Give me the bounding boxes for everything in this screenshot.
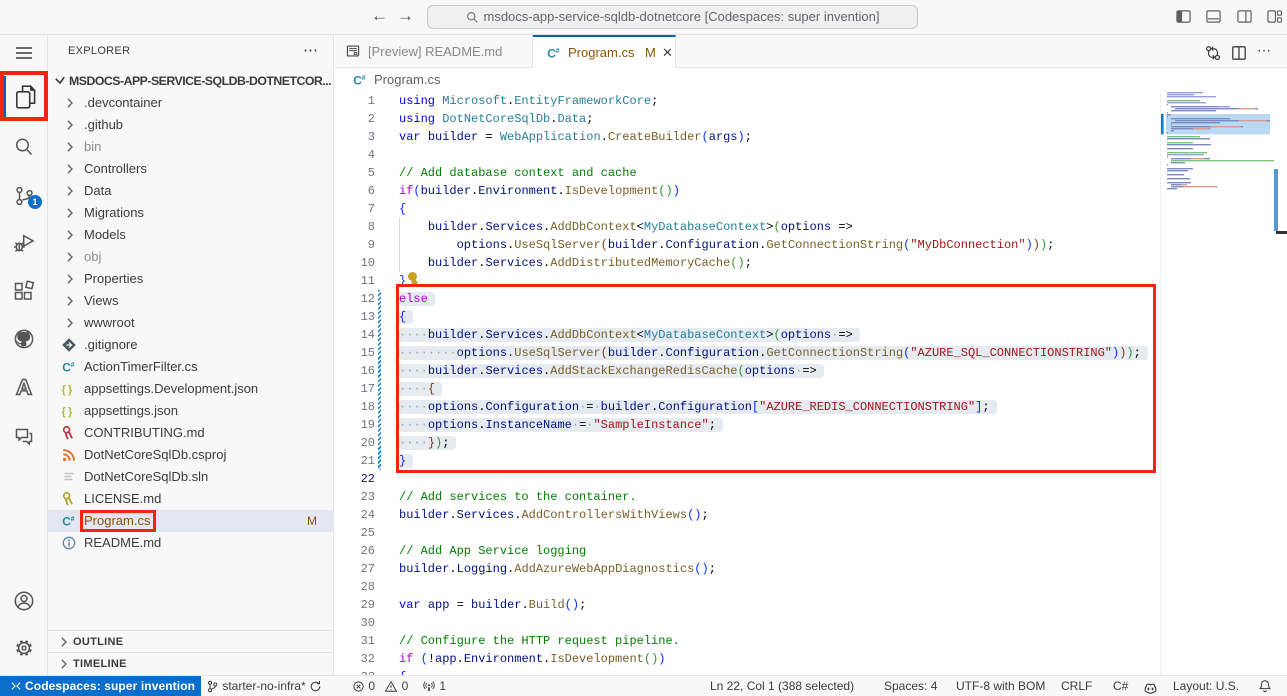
svg-text:#: # <box>71 362 75 369</box>
svg-text:#: # <box>362 75 366 82</box>
svg-text:{ }: { } <box>62 406 73 418</box>
svg-text:#: # <box>556 48 560 55</box>
svg-text:#: # <box>71 516 75 523</box>
svg-text:{ }: { } <box>62 384 73 396</box>
